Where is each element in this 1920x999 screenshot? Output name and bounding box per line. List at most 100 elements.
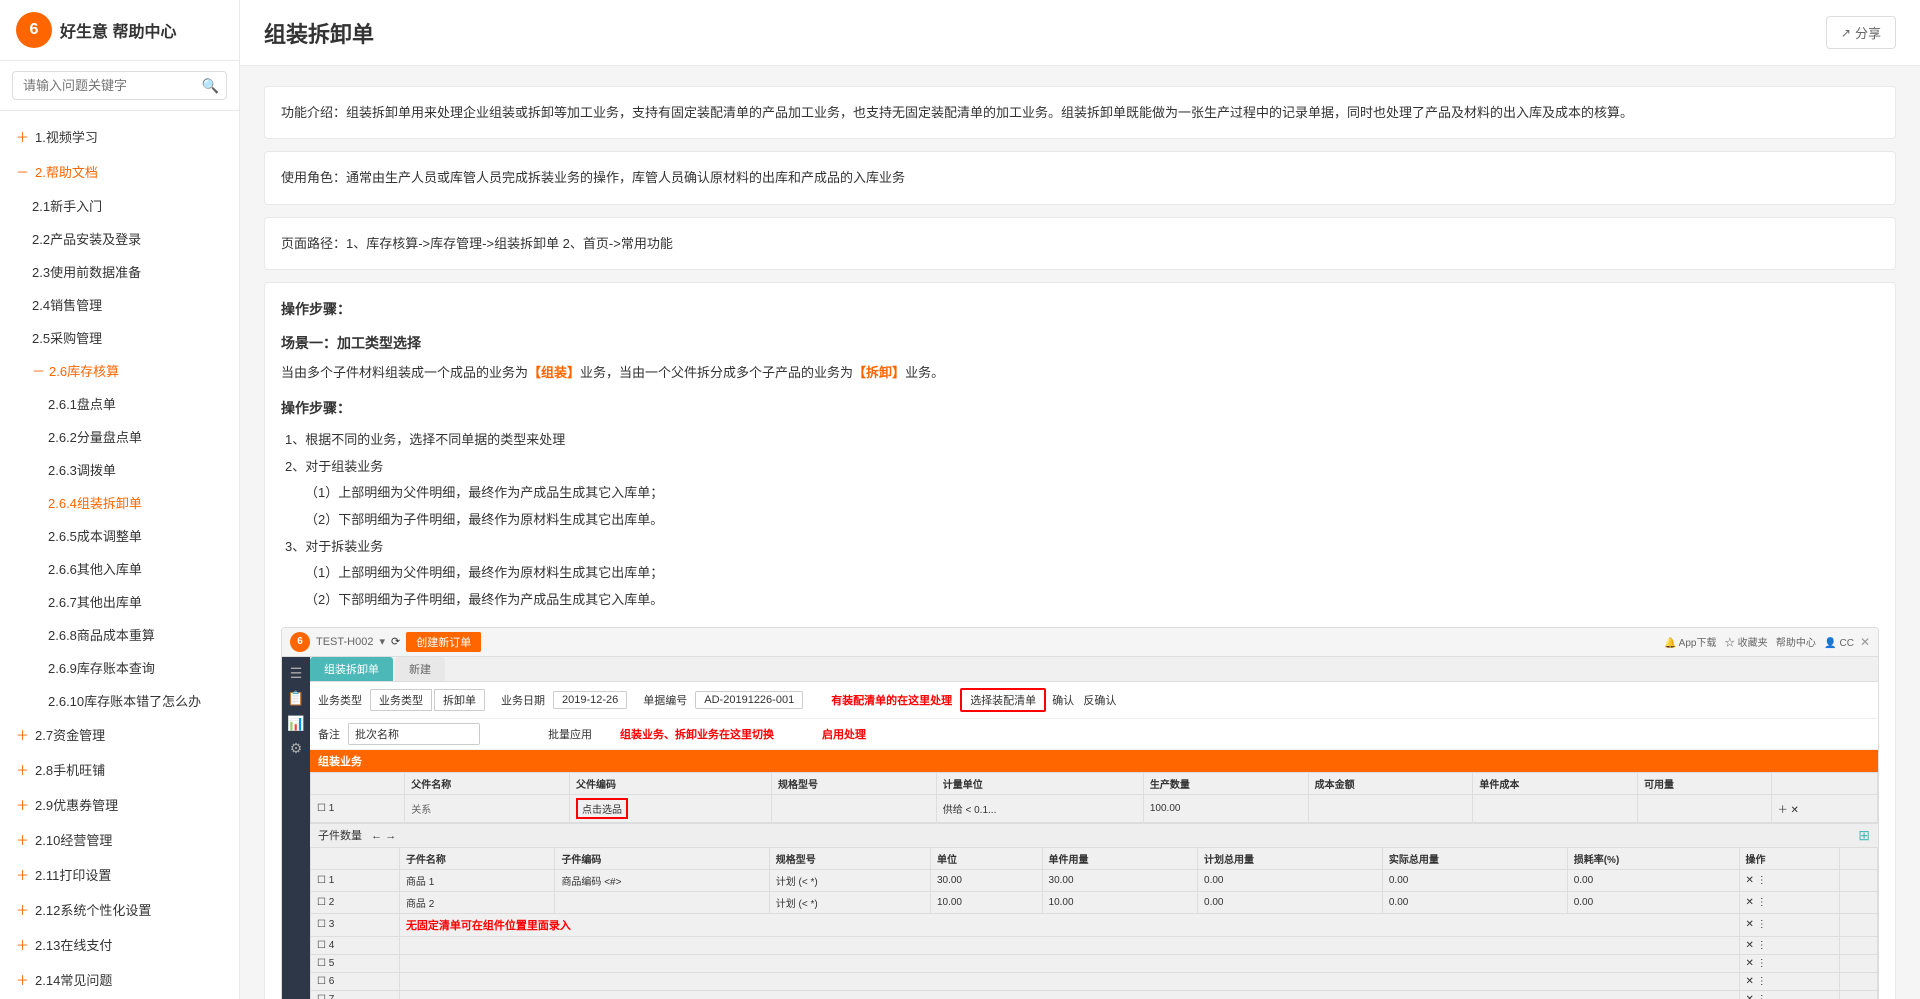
lcell-total1: 0.00 bbox=[1198, 869, 1383, 891]
mock-nav-icon-3: 📊 bbox=[287, 715, 304, 732]
mock-type-opt1: 业务类型 bbox=[370, 689, 432, 711]
mock-screenshot: 6 TEST-H002 ▾ ⟳ 创建新订单 🔔 App下载 ☆ 收藏夹 帮助中心… bbox=[282, 628, 1878, 999]
mock-tab-other: 新建 bbox=[395, 657, 445, 681]
content-area: 功能介绍：组装拆卸单用来处理企业组装或拆卸等加工业务，支持有固定装配清单的产品加… bbox=[240, 66, 1920, 999]
sidebar-item-inventory[interactable]: － 2.6库存核算 bbox=[0, 354, 239, 387]
operation-title: 操作步骤： bbox=[281, 299, 1879, 319]
sidebar-item-stocktake[interactable]: 2.6.1盘点单 bbox=[0, 387, 239, 420]
sidebar-item-ops[interactable]: ＋ 2.10经营管理 bbox=[0, 822, 239, 857]
lcell-actual1: 0.00 bbox=[1382, 869, 1567, 891]
lcell-unit2: 10.00 bbox=[930, 891, 1042, 913]
step-3: 3、对于拆装业务 bbox=[285, 535, 1879, 560]
search-box: 🔍 bbox=[0, 61, 239, 111]
mock-label-remark: 备注 bbox=[318, 726, 340, 742]
sidebar-item-mobile[interactable]: ＋ 2.8手机旺铺 bbox=[0, 752, 239, 787]
lcell-exp2 bbox=[1839, 891, 1877, 913]
mock-refresh-icon: ⟳ bbox=[391, 635, 400, 648]
col-specs: 规格型号 bbox=[771, 772, 936, 794]
sidebar-item-faq[interactable]: ＋ 2.14常见问题 bbox=[0, 962, 239, 997]
lcell-code1: 商品编码 <#> bbox=[555, 869, 769, 891]
mock-nav-icon-4: ⚙ bbox=[290, 740, 303, 757]
lcell-ops5: ✕ ⋮ bbox=[1739, 954, 1839, 972]
sidebar-item-partialcount[interactable]: 2.6.2分量盘点单 bbox=[0, 420, 239, 453]
sidebar-item-stockquery[interactable]: 2.6.9库存账本查询 bbox=[0, 651, 239, 684]
sidebar-item-assembly[interactable]: 2.6.4组装拆卸单 bbox=[0, 486, 239, 519]
share-button[interactable]: ↗ 分享 bbox=[1826, 16, 1896, 49]
step-2-1: （1）上部明细为父件明细，最终作为产成品生成其它入库单； bbox=[285, 481, 1879, 506]
lcell-check4: ☐ 4 bbox=[311, 936, 400, 954]
sidebar-item-transfer[interactable]: 2.6.3调拨单 bbox=[0, 453, 239, 486]
sidebar-item-newuser[interactable]: 2.1新手入门 bbox=[0, 189, 239, 222]
mock-formrow2: 备注 批次名称 批量应用 组装业务、拆卸业务在这里切换 启用处理 bbox=[310, 719, 1878, 750]
mock-upper-table: 父件名称 父件编码 规格型号 计量单位 生产数量 成本金额 单件成本 可用量 bbox=[310, 772, 1878, 823]
sidebar-item-onlinepay[interactable]: ＋ 2.13在线支付 bbox=[0, 927, 239, 962]
steps-list: 1、根据不同的业务，选择不同单据的类型来处理 2、对于组装业务 （1）上部明细为… bbox=[281, 428, 1879, 613]
search-input[interactable] bbox=[12, 71, 227, 100]
sidebar-item-sales[interactable]: 2.4销售管理 bbox=[0, 288, 239, 321]
sidebar-item-video-label: 1.视频学习 bbox=[35, 127, 98, 146]
main-content: 组装拆卸单 ↗ 分享 功能介绍：组装拆卸单用来处理企业组装或拆卸等加工业务，支持… bbox=[240, 0, 1920, 999]
sidebar-item-print[interactable]: ＋ 2.11打印设置 bbox=[0, 857, 239, 892]
sidebar-item-costrecalc[interactable]: 2.6.8商品成本重算 bbox=[0, 618, 239, 651]
lcol-total-qty: 计划总用量 bbox=[1198, 847, 1383, 869]
sidebar-item-otherinbound[interactable]: 2.6.6其他入库单 bbox=[0, 552, 239, 585]
mock-main-form: 组装拆卸单 新建 业务类型 业务类型 拆卸单 业务日期 bbox=[310, 657, 1878, 999]
sidebar-item-sysconfig[interactable]: ＋ 2.12系统个性化设置 bbox=[0, 892, 239, 927]
lcol-check bbox=[311, 847, 400, 869]
role-text: 使用角色：通常由生产人员或库管人员完成拆装业务的操作，库管人员确认原材料的出库和… bbox=[281, 170, 905, 185]
lcell-check5: ☐ 5 bbox=[311, 954, 400, 972]
mock-upper-table-head-row: 父件名称 父件编码 规格型号 计量单位 生产数量 成本金额 单件成本 可用量 bbox=[311, 772, 1878, 794]
logo-icon: 6 bbox=[16, 12, 52, 48]
step-3-2: （2）下部明细为子件明细，最终作为产成品生成其它入库单。 bbox=[285, 588, 1879, 613]
path-text: 页面路径：1、库存核算->库存管理->组装拆卸单 2、首页->常用功能 bbox=[281, 236, 673, 251]
mock-cell-count1: 100.00 bbox=[1143, 794, 1308, 822]
minus-icon-inventory: － bbox=[32, 361, 45, 380]
mock-body: ☰ 📋 📊 ⚙ 组装拆卸单 新建 bbox=[282, 657, 1878, 999]
mock-annotation2-area: 组装业务、拆卸业务在这里切换 bbox=[620, 726, 774, 742]
lcell-ops1: ✕ ⋮ bbox=[1739, 869, 1839, 891]
lcell-name2: 商品 2 bbox=[399, 891, 555, 913]
sidebar-item-docs[interactable]: － 2.帮助文档 bbox=[0, 154, 239, 189]
sidebar-item-video[interactable]: ＋ 1.视频学习 bbox=[0, 119, 239, 154]
mock-sidenav: ☰ 📋 📊 ⚙ bbox=[282, 657, 310, 999]
sidebar-item-stockerr[interactable]: 2.6.10库存账本错了怎么办 bbox=[0, 684, 239, 717]
mock-cell-avail1 bbox=[1638, 794, 1772, 822]
plus-icon-onlinepay: ＋ bbox=[16, 935, 29, 954]
step-2-2: （2）下部明细为子件明细，最终作为原材料生成其它出库单。 bbox=[285, 508, 1879, 533]
sidebar-item-ops-label: 2.10经营管理 bbox=[35, 830, 112, 849]
mock-lower-row4: ☐ 4 ✕ ⋮ bbox=[311, 936, 1878, 954]
sidebar-item-purchase[interactable]: 2.5采购管理 bbox=[0, 321, 239, 354]
sidebar-item-faq-label: 2.14常见问题 bbox=[35, 970, 112, 989]
lcell-exp3 bbox=[1839, 913, 1877, 936]
mock-lower-table-head: 子件名称 子件编码 规格型号 单位 单件用量 计划总用量 实际总用量 损耗率(%… bbox=[311, 847, 1878, 869]
sidebar-item-print-label: 2.11打印设置 bbox=[35, 865, 111, 884]
lcell-specs2: 计划 (< *) bbox=[769, 891, 930, 913]
sidebar-item-costadj[interactable]: 2.6.5成本调整单 bbox=[0, 519, 239, 552]
lcell-empty6 bbox=[399, 972, 1739, 990]
sidebar: 6 好生意 帮助中心 🔍 ＋ 1.视频学习 － 2.帮助文档 2.1新手入门 2… bbox=[0, 0, 240, 999]
plus-icon-mobile: ＋ bbox=[16, 760, 29, 779]
sidebar-item-dataprep[interactable]: 2.3使用前数据准备 bbox=[0, 255, 239, 288]
mock-nav-icon-2: 📋 bbox=[287, 690, 304, 707]
mock-close-icon[interactable]: ✕ bbox=[1860, 635, 1870, 649]
mock-confirm-btn: 确认 反确认 bbox=[1052, 692, 1116, 708]
plus-icon-finance: ＋ bbox=[16, 725, 29, 744]
mock-expand-icon: ⊞ bbox=[1858, 827, 1870, 844]
lcell-exp7 bbox=[1839, 990, 1877, 999]
mock-type-select: 业务类型 拆卸单 bbox=[370, 689, 485, 711]
sidebar-item-coupon[interactable]: ＋ 2.9优惠券管理 bbox=[0, 787, 239, 822]
lcol-actual: 实际总用量 bbox=[1382, 847, 1567, 869]
lcol-specs2: 规格型号 bbox=[769, 847, 930, 869]
sidebar-item-finance[interactable]: ＋ 2.7资金管理 bbox=[0, 717, 239, 752]
lcell-exp1 bbox=[1839, 869, 1877, 891]
mock-btn-bom: 选择装配清单 bbox=[960, 688, 1046, 712]
intro-block: 功能介绍：组装拆卸单用来处理企业组装或拆卸等加工业务，支持有固定装配清单的产品加… bbox=[264, 86, 1896, 139]
app-title: 好生意 帮助中心 bbox=[60, 18, 176, 42]
sidebar-item-install[interactable]: 2.2产品安装及登录 bbox=[0, 222, 239, 255]
sidebar-item-otheroutbound[interactable]: 2.6.7其他出库单 bbox=[0, 585, 239, 618]
lcell-loss2: 0.00 bbox=[1567, 891, 1739, 913]
lcell-ops2: ✕ ⋮ bbox=[1739, 891, 1839, 913]
mock-code-box: 点击选品 bbox=[576, 798, 628, 819]
sidebar-item-docs-label: 2.帮助文档 bbox=[35, 162, 98, 181]
col-unit-cost: 单件成本 bbox=[1473, 772, 1638, 794]
